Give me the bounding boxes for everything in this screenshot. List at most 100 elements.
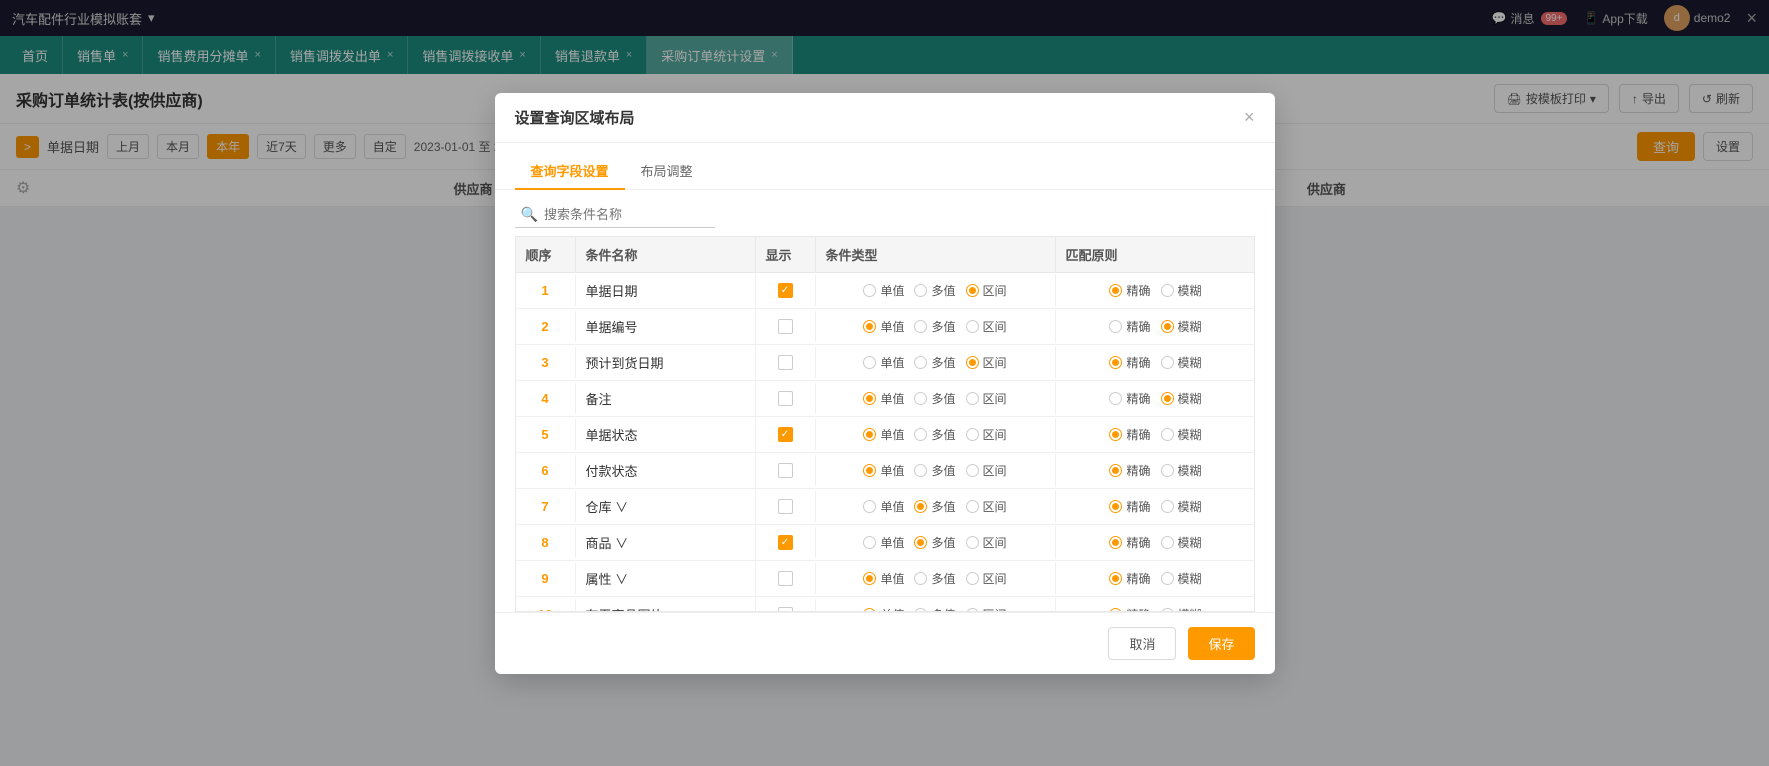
- radio-rule-fuzzy-2[interactable]: 模糊: [1161, 354, 1202, 371]
- radio-rule-exact-6[interactable]: 精确: [1109, 498, 1150, 515]
- radio-rule-exact-7[interactable]: 精确: [1109, 534, 1150, 551]
- radio-dot-range-6: [966, 500, 979, 513]
- radio-type-range-0[interactable]: 区间: [966, 282, 1007, 299]
- radio-type-range-6[interactable]: 区间: [966, 498, 1007, 515]
- checkbox-display-7[interactable]: [778, 535, 793, 550]
- cell-match-rule-9: 精确模糊: [1056, 598, 1255, 612]
- cell-display-0[interactable]: [756, 275, 816, 306]
- cell-match-rule-5: 精确模糊: [1056, 454, 1255, 487]
- dialog-header: 设置查询区域布局 ×: [495, 93, 1275, 143]
- cancel-button[interactable]: 取消: [1108, 627, 1176, 660]
- radio-type-range-2[interactable]: 区间: [966, 354, 1007, 371]
- radio-rule-fuzzy-3[interactable]: 模糊: [1161, 390, 1202, 407]
- cell-display-9[interactable]: [756, 599, 816, 612]
- dialog-close-button[interactable]: ×: [1244, 108, 1255, 126]
- radio-dot-rule-fuzzy-8: [1161, 572, 1174, 585]
- radio-type-range-5[interactable]: 区间: [966, 462, 1007, 479]
- cell-match-rule-4: 精确模糊: [1056, 418, 1255, 451]
- radio-rule-fuzzy-4[interactable]: 模糊: [1161, 426, 1202, 443]
- radio-type-multi-0[interactable]: 多值: [914, 282, 955, 299]
- radio-rule-fuzzy-8[interactable]: 模糊: [1161, 570, 1202, 587]
- col-condition-name: 条件名称: [576, 237, 756, 272]
- cell-display-3[interactable]: [756, 383, 816, 414]
- radio-rule-exact-2[interactable]: 精确: [1109, 354, 1150, 371]
- radio-dot-rule-exact-0: [1109, 284, 1122, 297]
- radio-group-rule-3: 精确模糊: [1109, 390, 1201, 407]
- radio-type-multi-6[interactable]: 多值: [914, 498, 955, 515]
- col-condition-type: 条件类型: [816, 237, 1056, 272]
- cell-display-5[interactable]: [756, 455, 816, 486]
- cell-display-1[interactable]: [756, 311, 816, 342]
- cell-condition-type-7: 单值多值区间: [816, 526, 1056, 559]
- cell-display-2[interactable]: [756, 347, 816, 378]
- radio-dot-range-8: [966, 572, 979, 585]
- radio-rule-fuzzy-0[interactable]: 模糊: [1161, 282, 1202, 299]
- cell-order-3: 4: [516, 383, 576, 414]
- radio-type-multi-5[interactable]: 多值: [914, 462, 955, 479]
- radio-rule-fuzzy-7[interactable]: 模糊: [1161, 534, 1202, 551]
- table-row: 9属性 ∨单值多值区间精确模糊: [516, 561, 1254, 597]
- radio-type-multi-8[interactable]: 多值: [914, 570, 955, 587]
- radio-type-multi-1[interactable]: 多值: [914, 318, 955, 335]
- radio-type-single-2[interactable]: 单值: [863, 354, 904, 371]
- radio-type-multi-3[interactable]: 多值: [914, 390, 955, 407]
- radio-dot-multi-1: [914, 320, 927, 333]
- radio-type-range-4[interactable]: 区间: [966, 426, 1007, 443]
- radio-rule-exact-1[interactable]: 精确: [1109, 318, 1150, 335]
- radio-rule-exact-8[interactable]: 精确: [1109, 570, 1150, 587]
- dialog-overlay: 设置查询区域布局 × 查询字段设置 布局调整 🔍 顺序 条件名称 显示: [0, 0, 1769, 766]
- radio-dot-rule-exact-3: [1109, 392, 1122, 405]
- radio-type-range-8[interactable]: 区间: [966, 570, 1007, 587]
- dialog-table-body: 1单据日期单值多值区间精确模糊2单据编号单值多值区间精确模糊3预计到货日期单值多…: [515, 272, 1255, 612]
- cell-display-8[interactable]: [756, 563, 816, 594]
- checkbox-display-0[interactable]: [778, 283, 793, 298]
- radio-type-multi-2[interactable]: 多值: [914, 354, 955, 371]
- search-input[interactable]: [544, 207, 704, 222]
- radio-group-rule-5: 精确模糊: [1109, 462, 1201, 479]
- radio-dot-rule-fuzzy-4: [1161, 428, 1174, 441]
- radio-dot-rule-exact-8: [1109, 572, 1122, 585]
- checkbox-display-1[interactable]: [778, 319, 793, 334]
- radio-type-multi-4[interactable]: 多值: [914, 426, 955, 443]
- radio-type-range-1[interactable]: 区间: [966, 318, 1007, 335]
- radio-rule-fuzzy-1[interactable]: 模糊: [1161, 318, 1202, 335]
- radio-rule-exact-4[interactable]: 精确: [1109, 426, 1150, 443]
- radio-group-rule-4: 精确模糊: [1109, 426, 1201, 443]
- radio-type-single-3[interactable]: 单值: [863, 390, 904, 407]
- radio-type-single-4[interactable]: 单值: [863, 426, 904, 443]
- radio-rule-fuzzy-5[interactable]: 模糊: [1161, 462, 1202, 479]
- cell-display-6[interactable]: [756, 491, 816, 522]
- table-row: 6付款状态单值多值区间精确模糊: [516, 453, 1254, 489]
- checkbox-display-8[interactable]: [778, 571, 793, 586]
- checkbox-display-4[interactable]: [778, 427, 793, 442]
- radio-rule-exact-3[interactable]: 精确: [1109, 390, 1150, 407]
- radio-type-single-8[interactable]: 单值: [863, 570, 904, 587]
- radio-dot-rule-exact-7: [1109, 536, 1122, 549]
- radio-dot-rule-exact-5: [1109, 464, 1122, 477]
- checkbox-display-2[interactable]: [778, 355, 793, 370]
- radio-rule-exact-0[interactable]: 精确: [1109, 282, 1150, 299]
- checkbox-display-5[interactable]: [778, 463, 793, 478]
- radio-type-single-0[interactable]: 单值: [863, 282, 904, 299]
- radio-rule-exact-5[interactable]: 精确: [1109, 462, 1150, 479]
- cell-display-4[interactable]: [756, 419, 816, 450]
- tab-layout-adjust-label: 布局调整: [641, 164, 693, 179]
- settings-dialog: 设置查询区域布局 × 查询字段设置 布局调整 🔍 顺序 条件名称 显示: [495, 93, 1275, 674]
- radio-dot-range-7: [966, 536, 979, 549]
- tab-layout-adjust[interactable]: 布局调整: [625, 153, 709, 190]
- save-button[interactable]: 保存: [1188, 627, 1254, 660]
- cell-name-0: 单据日期: [576, 273, 756, 308]
- radio-type-single-5[interactable]: 单值: [863, 462, 904, 479]
- checkbox-display-3[interactable]: [778, 391, 793, 406]
- radio-type-range-3[interactable]: 区间: [966, 390, 1007, 407]
- radio-type-multi-7[interactable]: 多值: [914, 534, 955, 551]
- tab-query-fields[interactable]: 查询字段设置: [515, 153, 625, 190]
- checkbox-display-6[interactable]: [778, 499, 793, 514]
- radio-type-single-7[interactable]: 单值: [863, 534, 904, 551]
- radio-rule-fuzzy-6[interactable]: 模糊: [1161, 498, 1202, 515]
- radio-type-single-6[interactable]: 单值: [863, 498, 904, 515]
- cell-display-7[interactable]: [756, 527, 816, 558]
- radio-type-range-7[interactable]: 区间: [966, 534, 1007, 551]
- radio-type-single-1[interactable]: 单值: [863, 318, 904, 335]
- radio-dot-multi-7: [914, 536, 927, 549]
